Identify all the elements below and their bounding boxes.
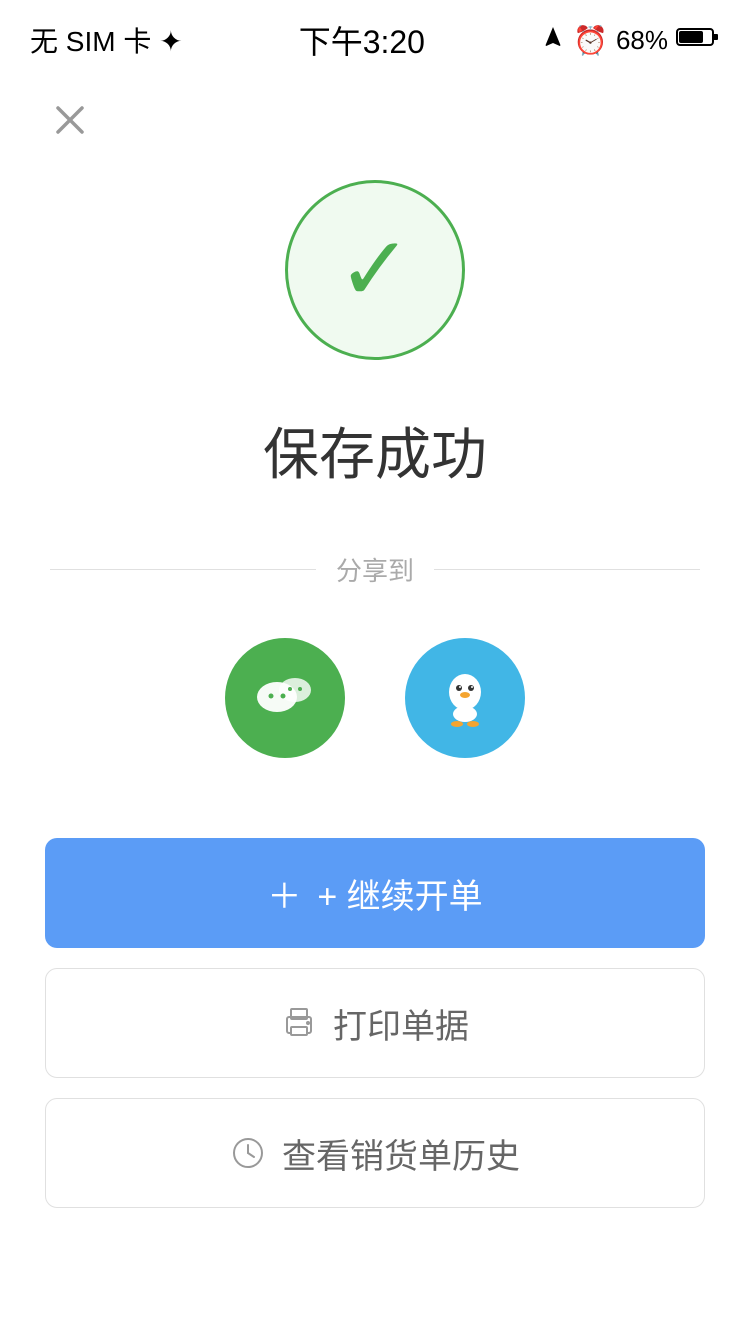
status-left: 无 SIM 卡 ✦	[30, 20, 183, 60]
plus-icon: ＋	[267, 869, 301, 918]
history-label: 查看销货单历史	[282, 1129, 520, 1178]
close-button[interactable]	[40, 90, 100, 150]
history-button[interactable]: 查看销货单历史	[45, 1098, 705, 1208]
printer-icon	[281, 1005, 317, 1041]
share-section: 分享到	[0, 551, 750, 758]
success-circle: ✓	[285, 180, 465, 360]
share-icons	[225, 638, 525, 758]
no-sim-label: 无 SIM 卡 ✦	[30, 20, 183, 60]
qq-share-button[interactable]	[405, 638, 525, 758]
share-label: 分享到	[316, 551, 434, 588]
print-button[interactable]: 打印单据	[45, 968, 705, 1078]
alarm-icon: ⏰	[573, 24, 608, 57]
status-bar: 无 SIM 卡 ✦ 下午3:20 ⏰ 68%	[0, 0, 750, 80]
battery-icon	[676, 25, 720, 56]
action-buttons: ＋ + 继续开单 打印单据 查看销货单	[45, 838, 705, 1208]
wechat-share-button[interactable]	[225, 638, 345, 758]
clock-icon	[230, 1135, 266, 1171]
success-title: 保存成功	[263, 410, 487, 491]
status-right: ⏰ 68%	[541, 24, 720, 57]
location-icon	[541, 25, 565, 56]
continue-label: + 继续开单	[317, 869, 482, 918]
battery-label: 68%	[616, 25, 668, 56]
share-divider: 分享到	[0, 551, 750, 588]
status-time: 下午3:20	[299, 17, 425, 63]
main-content: ✓ 保存成功 分享到	[0, 80, 750, 1208]
print-label: 打印单据	[333, 999, 469, 1048]
checkmark-icon: ✓	[337, 225, 412, 315]
continue-button[interactable]: ＋ + 继续开单	[45, 838, 705, 948]
